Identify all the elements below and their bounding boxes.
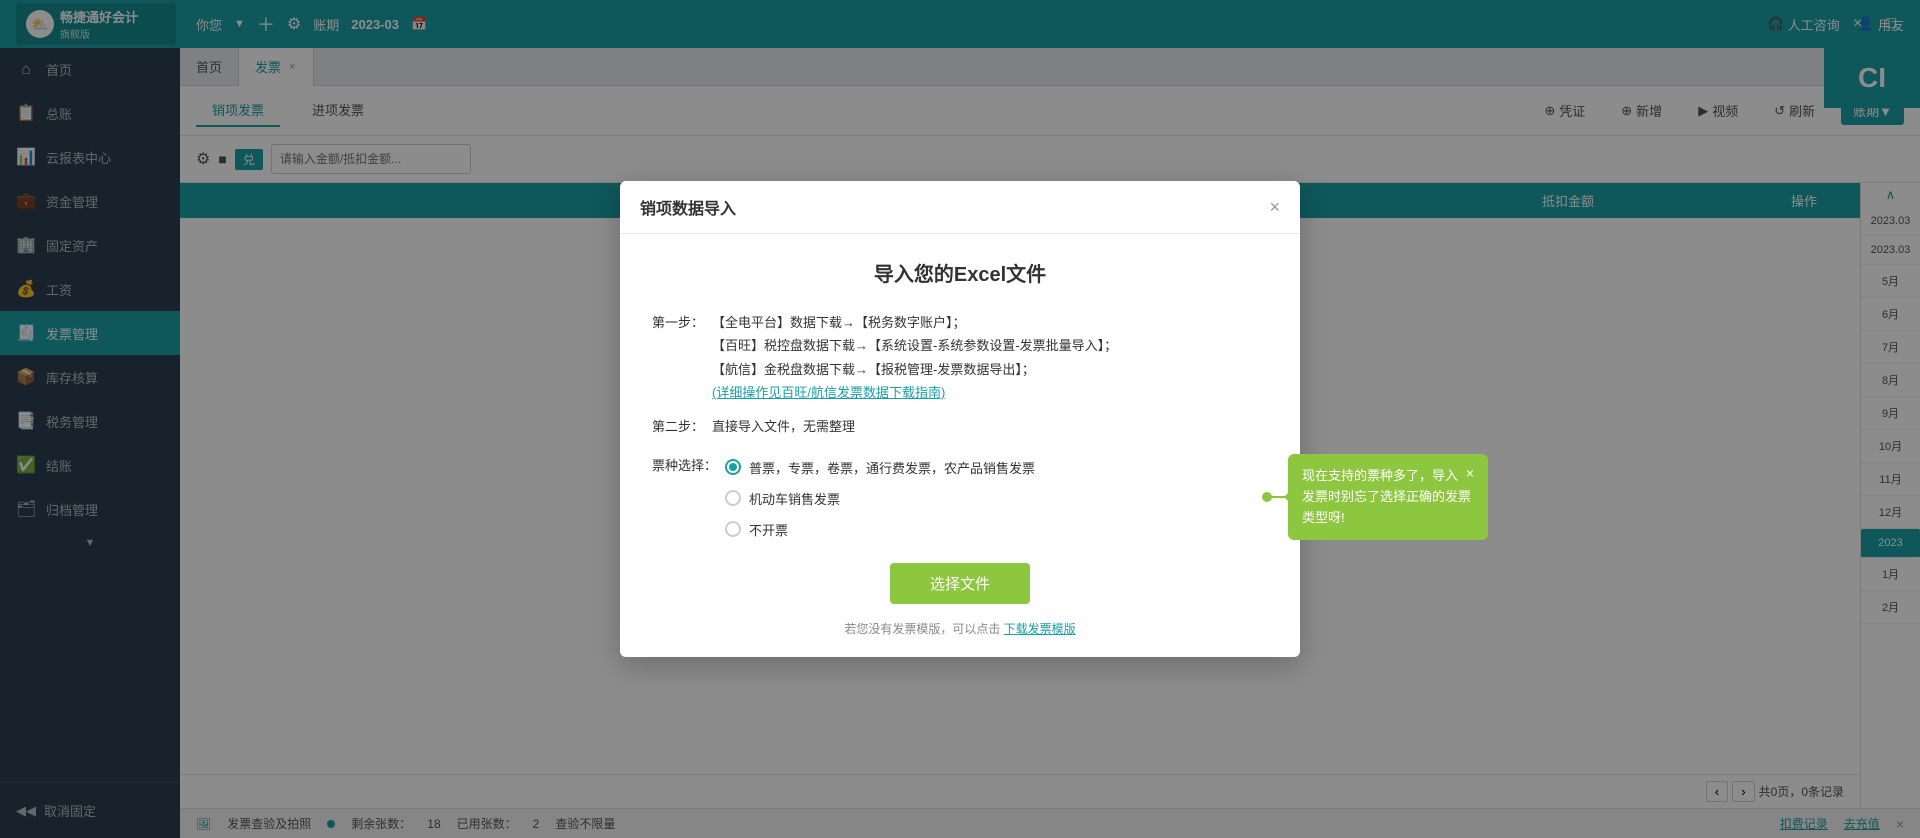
step1-line-2: 【航信】金税盘数据下载→【报税管理-发票数据导出】； [712, 358, 1117, 381]
step1-line-1: 【百旺】税控盘数据下载→【系统设置-系统参数设置-发票批量导入】； [712, 334, 1117, 357]
step1-line-0: 【全电平台】数据下载→【税务数字账户】； [712, 311, 1117, 334]
modal-dialog: 销项数据导入 × 导入您的Excel文件 第一步： 【全电平台】数据下载→【税务… [620, 181, 1300, 657]
step1-label: 第一步： [652, 311, 704, 331]
tooltip-bubble: × 现在支持的票种多了，导入发票时别忘了选择正确的发票类型呀! [1288, 454, 1488, 540]
radio-noticket-circle[interactable] [725, 521, 741, 537]
modal-overlay: 销项数据导入 × 导入您的Excel文件 第一步： 【全电平台】数据下载→【税务… [0, 0, 1920, 838]
radio-option-noticket[interactable]: 不开票 [725, 520, 1035, 539]
step2-row: 第二步： 直接导入文件，无需整理 [652, 415, 1268, 438]
ticket-row: 票种选择： 普票，专票，卷票，通行费发票，农产品销售发票 机动车销售发票 不开票 [652, 454, 1268, 539]
radio-normal-label: 普票，专票，卷票，通行费发票，农产品销售发票 [749, 458, 1035, 477]
radio-group: 普票，专票，卷票，通行费发票，农产品销售发票 机动车销售发票 不开票 [725, 458, 1035, 539]
modal-main-title: 导入您的Excel文件 [652, 258, 1268, 287]
step2-label: 第二步： [652, 415, 704, 435]
tooltip-line [1268, 496, 1288, 498]
step1-row: 第一步： 【全电平台】数据下载→【税务数字账户】； 【百旺】税控盘数据下载→【系… [652, 311, 1268, 405]
select-file-button[interactable]: 选择文件 [890, 563, 1030, 604]
download-template-link[interactable]: 下载发票模版 [1004, 622, 1076, 636]
radio-noticket-label: 不开票 [749, 520, 788, 539]
step1-link[interactable]: (详细操作见百旺/航信发票数据下载指南) [712, 381, 1117, 404]
ticket-label: 票种选择： [652, 454, 717, 474]
step2-content: 直接导入文件，无需整理 [712, 415, 855, 438]
modal-close-button[interactable]: × [1269, 198, 1280, 216]
modal-title: 销项数据导入 [640, 195, 736, 219]
radio-option-motor[interactable]: 机动车销售发票 [725, 489, 1035, 508]
radio-motor-circle[interactable] [725, 490, 741, 506]
radio-normal-circle[interactable] [725, 459, 741, 475]
modal-body: 导入您的Excel文件 第一步： 【全电平台】数据下载→【税务数字账户】； 【百… [620, 234, 1300, 657]
tooltip-close-icon[interactable]: × [1466, 466, 1474, 480]
template-row: 若您没有发票模版，可以点击 下载发票模版 [652, 620, 1268, 637]
template-text: 若您没有发票模版，可以点击 [844, 622, 1000, 636]
radio-motor-label: 机动车销售发票 [749, 489, 840, 508]
tooltip-text: 现在支持的票种多了，导入发票时别忘了选择正确的发票类型呀! [1302, 468, 1471, 525]
radio-option-normal[interactable]: 普票，专票，卷票，通行费发票，农产品销售发票 [725, 458, 1035, 477]
modal-header: 销项数据导入 × [620, 181, 1300, 234]
step1-content: 【全电平台】数据下载→【税务数字账户】； 【百旺】税控盘数据下载→【系统设置-系… [712, 311, 1117, 405]
